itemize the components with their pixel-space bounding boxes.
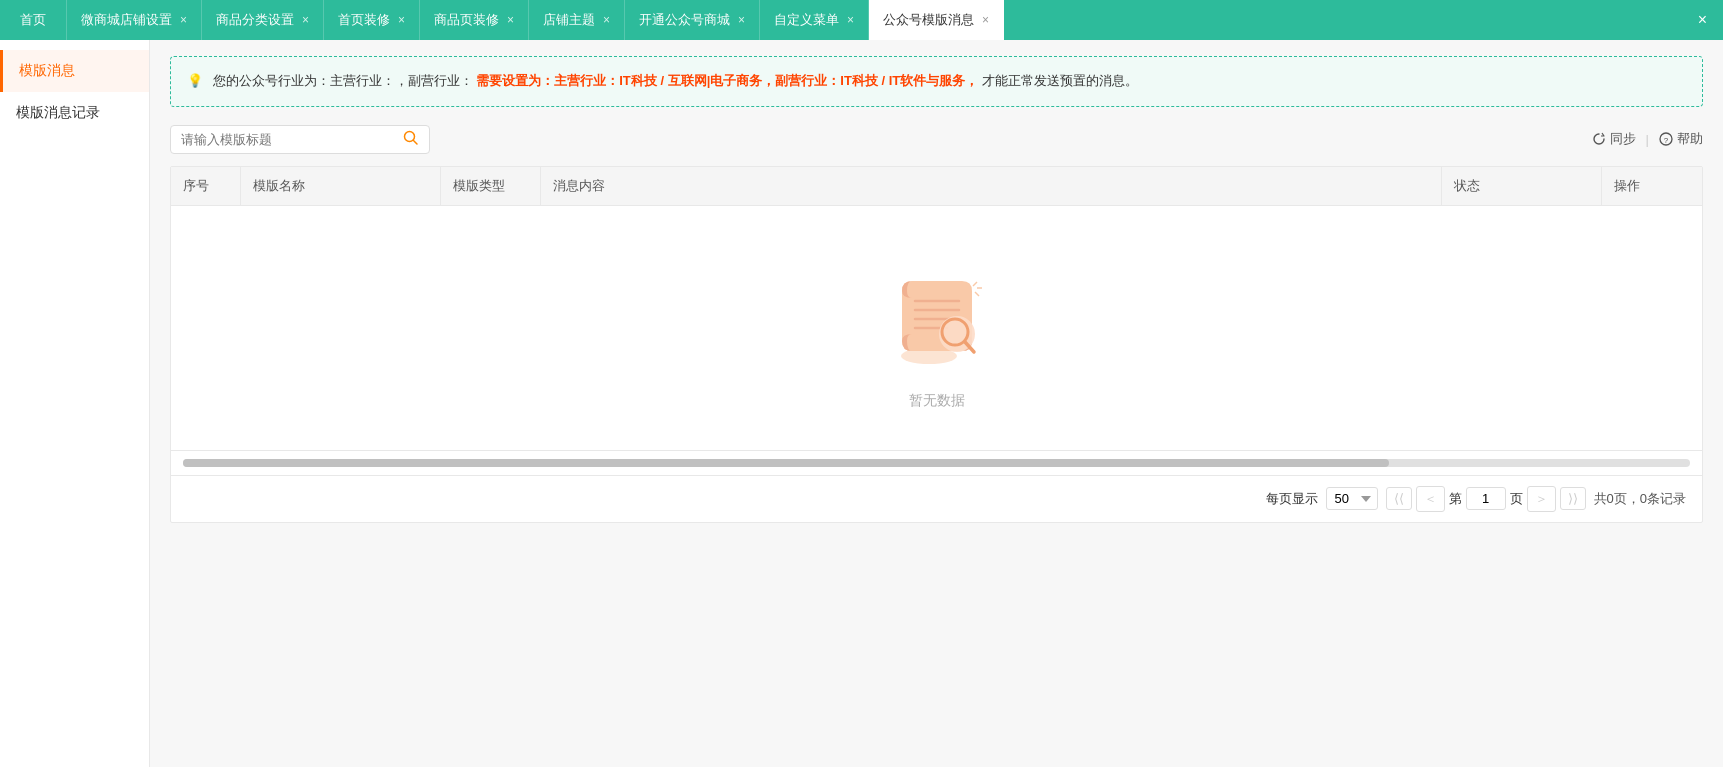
tab-open-mall[interactable]: 开通公众号商城 × [625,0,760,40]
empty-icon [877,266,997,376]
page-next-button[interactable]: ＞ [1527,486,1556,512]
bulb-icon: 💡 [187,73,203,88]
tab-home[interactable]: 首页 [0,0,67,40]
scrollbar-track[interactable] [183,459,1690,467]
pagination: 每页显示 50 10 20 100 ⟨⟨ ＜ 第 页 ＞ ⟩⟩ 共0页，0条记录 [171,475,1702,522]
scrollbar-container[interactable] [171,450,1702,475]
tab-custom-menu-label: 自定义菜单 [774,11,839,29]
content-area: 💡 您的公众号行业为：主营行业：，副营行业： 需要设置为：主营行业：IT科技 /… [150,40,1723,767]
page-nav: ⟨⟨ ＜ 第 页 ＞ ⟩⟩ [1386,486,1586,512]
tab-template-msg-close[interactable]: × [982,13,989,27]
page-input[interactable] [1466,487,1506,510]
sync-button[interactable]: 同步 [1592,130,1636,148]
page-last-button[interactable]: ⟩⟩ [1560,487,1586,510]
tab-product-decor-close[interactable]: × [507,13,514,27]
table-header: 序号 模版名称 模版类型 消息内容 状态 操作 [171,167,1702,206]
tab-category-label: 商品分类设置 [216,11,294,29]
empty-text: 暂无数据 [909,392,965,410]
page-size-label: 每页显示 [1266,490,1318,508]
col-header-name: 模版名称 [241,167,441,205]
col-header-type: 模版类型 [441,167,541,205]
col-header-action: 操作 [1602,167,1702,205]
sidebar-item-template-msg-label: 模版消息 [19,62,75,78]
tab-shop-theme[interactable]: 店铺主题 × [529,0,625,40]
page-total: 共0页，0条记录 [1594,490,1686,508]
empty-state: 暂无数据 [171,206,1702,450]
tab-micro-shop-close[interactable]: × [180,13,187,27]
page-first-button[interactable]: ⟨⟨ [1386,487,1412,510]
svg-line-1 [414,140,418,144]
main-layout: 模版消息 模版消息记录 💡 您的公众号行业为：主营行业：，副营行业： 需要设置为… [0,40,1723,767]
tab-home-decor[interactable]: 首页装修 × [324,0,420,40]
svg-line-12 [973,282,977,286]
tab-shop-theme-close[interactable]: × [603,13,610,27]
col-header-status: 状态 [1442,167,1602,205]
svg-line-14 [975,292,979,296]
toolbar-right: 同步 | ? 帮助 [1592,130,1703,148]
tab-micro-shop-label: 微商城店铺设置 [81,11,172,29]
data-table: 序号 模版名称 模版类型 消息内容 状态 操作 [170,166,1703,523]
search-button[interactable] [403,130,419,149]
help-button[interactable]: ? 帮助 [1659,130,1703,148]
notice-text-highlight: 需要设置为：主营行业：IT科技 / 互联网|电子商务，副营行业：IT科技 / I… [476,73,978,88]
notice-box: 💡 您的公众号行业为：主营行业：，副营行业： 需要设置为：主营行业：IT科技 /… [170,56,1703,107]
notice-text-suffix: 才能正常发送预置的消息。 [982,73,1138,88]
search-input-wrap [170,125,430,154]
sync-label: 同步 [1610,130,1636,148]
sidebar-item-template-record-label: 模版消息记录 [16,104,100,120]
page-label: 页 [1510,490,1523,508]
page-size-select[interactable]: 50 10 20 100 [1326,487,1378,510]
sidebar-item-template-msg[interactable]: 模版消息 [0,50,149,92]
tab-shop-theme-label: 店铺主题 [543,11,595,29]
tab-open-mall-close[interactable]: × [738,13,745,27]
scrollbar-thumb[interactable] [183,459,1389,467]
toolbar-divider: | [1646,132,1649,147]
global-close-button[interactable]: × [1682,11,1723,29]
tab-micro-shop[interactable]: 微商城店铺设置 × [67,0,202,40]
col-header-content: 消息内容 [541,167,1442,205]
tab-open-mall-label: 开通公众号商城 [639,11,730,29]
tab-home-decor-close[interactable]: × [398,13,405,27]
search-row: 同步 | ? 帮助 [170,125,1703,154]
tab-template-msg-label: 公众号模版消息 [883,11,974,29]
tab-home-decor-label: 首页装修 [338,11,390,29]
notice-text-prefix: 您的公众号行业为：主营行业：，副营行业： [213,73,473,88]
tab-product-decor[interactable]: 商品页装修 × [420,0,529,40]
tab-category-close[interactable]: × [302,13,309,27]
tab-category[interactable]: 商品分类设置 × [202,0,324,40]
sidebar-item-template-record[interactable]: 模版消息记录 [0,92,149,134]
page-di-label: 第 [1449,490,1462,508]
search-input[interactable] [181,132,395,147]
tab-custom-menu-close[interactable]: × [847,13,854,27]
tab-bar: 首页 微商城店铺设置 × 商品分类设置 × 首页装修 × 商品页装修 × 店铺主… [0,0,1723,40]
tab-custom-menu[interactable]: 自定义菜单 × [760,0,869,40]
tab-home-label: 首页 [20,11,46,29]
tab-product-decor-label: 商品页装修 [434,11,499,29]
svg-text:?: ? [1664,136,1669,145]
tab-template-msg[interactable]: 公众号模版消息 × [869,0,1004,40]
col-header-seq: 序号 [171,167,241,205]
help-label: 帮助 [1677,130,1703,148]
page-prev-button[interactable]: ＜ [1416,486,1445,512]
sidebar: 模版消息 模版消息记录 [0,40,150,767]
